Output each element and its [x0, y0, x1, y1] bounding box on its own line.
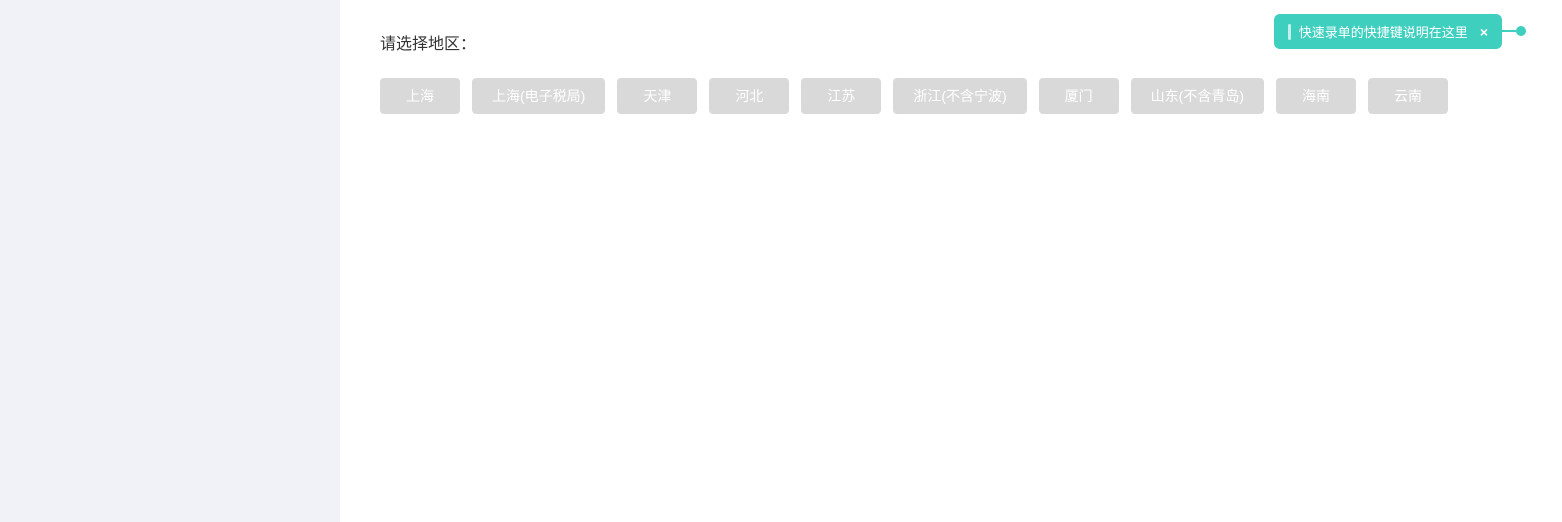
tooltip-close-button[interactable]: × [1480, 24, 1488, 40]
region-button-shanghai-etax[interactable]: 上海(电子税局) [472, 78, 605, 114]
tooltip-bar [1288, 24, 1291, 40]
tooltip-text: 快速录单的快捷键说明在这里 [1299, 22, 1468, 41]
tooltip-connector-dot [1516, 26, 1526, 36]
region-button-shandong[interactable]: 山东(不含青岛) [1131, 78, 1264, 114]
region-button-shanghai[interactable]: 上海 [380, 78, 460, 114]
region-button-hainan[interactable]: 海南 [1276, 78, 1356, 114]
region-button-tianjin[interactable]: 天津 [617, 78, 697, 114]
tooltip-connector-line [1502, 30, 1516, 32]
region-button-jiangsu[interactable]: 江苏 [801, 78, 881, 114]
tooltip-banner: 快速录单的快捷键说明在这里 × [1274, 14, 1502, 49]
region-button-xiamen[interactable]: 厦门 [1039, 78, 1119, 114]
region-button-yunnan[interactable]: 云南 [1368, 78, 1448, 114]
region-button-hebei[interactable]: 河北 [709, 78, 789, 114]
main-content: 请选择地区： 上海上海(电子税局)天津河北江苏浙江(不含宁波)厦门山东(不含青岛… [340, 0, 1562, 522]
region-buttons: 上海上海(电子税局) 天津河北江苏浙江(不含宁波) 厦门山东(不含青岛) 海南云南 [380, 78, 1522, 114]
region-button-zhejiang[interactable]: 浙江(不含宁波) [893, 78, 1026, 114]
left-sidebar [0, 0, 340, 522]
